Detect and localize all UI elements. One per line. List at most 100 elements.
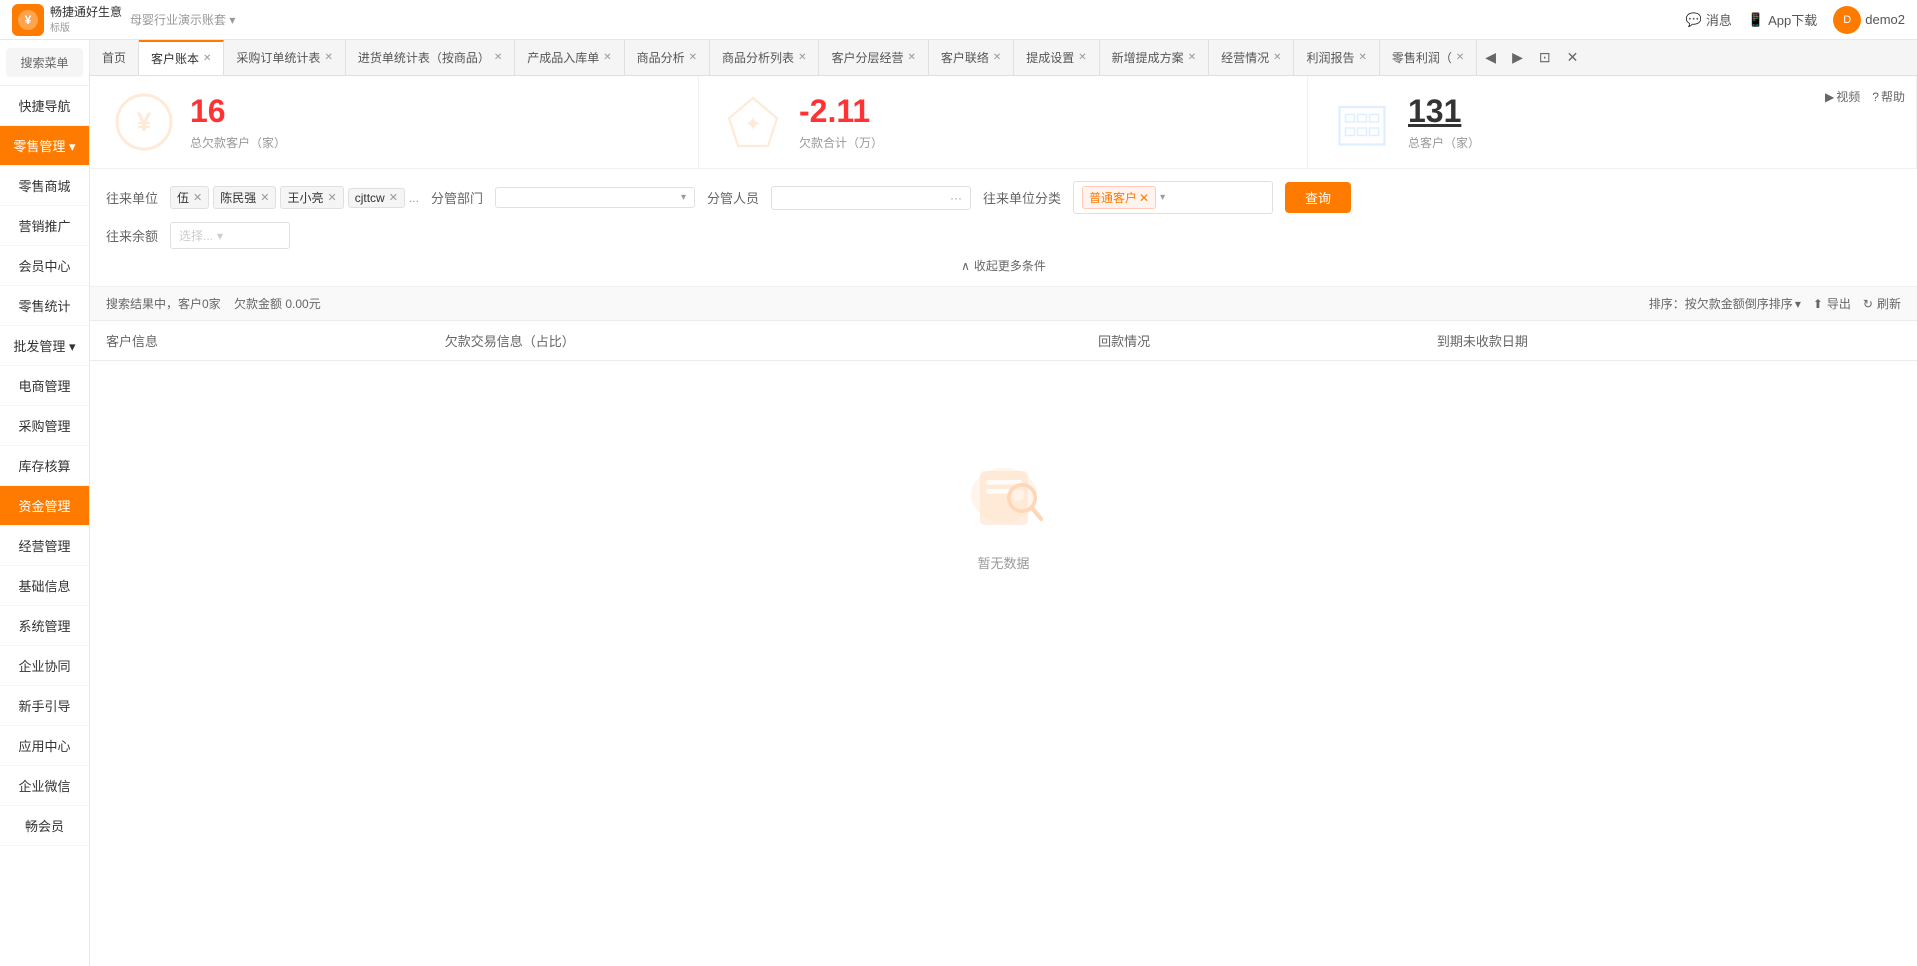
sidebar-item-basics[interactable]: 基础信息 <box>0 566 89 606</box>
filter-tag-cjttcw-remove[interactable]: ✕ <box>389 191 398 204</box>
messages-button[interactable]: 💬 消息 <box>1686 10 1732 29</box>
tab-close-product-analysis[interactable]: ✕ <box>689 52 697 63</box>
sidebar-item-member-center[interactable]: 会员中心 <box>0 246 89 286</box>
filter-person-select[interactable]: ··· <box>771 186 971 210</box>
tab-product-analysis-list[interactable]: 商品分析列表 ✕ <box>710 40 819 76</box>
stat-number-total-customers: 131 <box>1408 93 1480 130</box>
filter-label-dept: 分管部门 <box>431 188 483 207</box>
main-layout: 搜索菜单 快捷导航 零售管理 ▾ 零售商城 营销推广 会员中心 零售统计 批发管… <box>0 40 1917 966</box>
tab-expand[interactable]: ⊡ <box>1531 49 1559 66</box>
svg-text:¥: ¥ <box>136 107 151 137</box>
filter-tag-wu: 伍 ✕ <box>170 186 209 209</box>
stat-label-total-debt: 欠款合计（万） <box>799 134 883 151</box>
balance-dropdown-arrow: ▾ <box>217 229 223 243</box>
tab-customer-ledger[interactable]: 客户账本 ✕ <box>139 40 224 76</box>
stats-bar: ¥ 16 总欠款客户（家） ✦ <box>90 76 1917 169</box>
tab-product-inbound[interactable]: 产成品入库单 ✕ <box>515 40 624 76</box>
filter-more-tags[interactable]: ... <box>409 191 419 205</box>
sidebar-search-area: 搜索菜单 <box>0 40 89 86</box>
sidebar-item-quick-nav[interactable]: 快捷导航 <box>0 86 89 126</box>
filter-tag-wang-remove[interactable]: ✕ <box>328 191 337 204</box>
app-download-button[interactable]: 📱 App下载 <box>1748 10 1817 29</box>
filter-tag-wu-remove[interactable]: ✕ <box>193 191 202 204</box>
refresh-button[interactable]: ↻ 刷新 <box>1863 295 1901 312</box>
sidebar-item-operations[interactable]: 经营管理 <box>0 526 89 566</box>
filter-label-category: 往来单位分类 <box>983 188 1061 207</box>
filter-tags-unit: 伍 ✕ 陈民强 ✕ 王小亮 ✕ <box>170 186 419 209</box>
sidebar-item-inventory[interactable]: 库存核算 <box>0 446 89 486</box>
tab-close-customer-ledger[interactable]: ✕ <box>203 53 211 64</box>
tab-close-purchase-order-stats[interactable]: ✕ <box>324 52 332 63</box>
video-help-btn[interactable]: ▶ 视频 <box>1825 88 1860 105</box>
sidebar-item-retail-mgmt[interactable]: 零售管理 ▾ <box>0 126 89 166</box>
tab-close-product-analysis-list[interactable]: ✕ <box>798 52 806 63</box>
account-dropdown[interactable]: 母婴行业演示账套 ▾ <box>130 11 235 28</box>
tab-home[interactable]: 首页 <box>90 40 139 76</box>
query-button[interactable]: 查询 <box>1285 182 1351 213</box>
tab-retail-profit[interactable]: 零售利润（ ✕ <box>1380 40 1477 76</box>
tab-customer-contact[interactable]: 客户联络 ✕ <box>929 40 1014 76</box>
tab-prev-arrow[interactable]: ◀ <box>1477 49 1504 66</box>
sidebar-item-ecommerce[interactable]: 电商管理 <box>0 366 89 406</box>
tab-customer-tier[interactable]: 客户分层经营 ✕ <box>819 40 928 76</box>
logo-icon: ¥ <box>12 4 44 36</box>
empty-text: 暂无数据 <box>977 553 1029 572</box>
sidebar-item-app-center[interactable]: 应用中心 <box>0 726 89 766</box>
sidebar-item-wechat[interactable]: 企业微信 <box>0 766 89 806</box>
tab-close-profit-report[interactable]: ✕ <box>1359 52 1367 63</box>
tab-minimize[interactable]: ✕ <box>1559 49 1587 66</box>
tab-commission-settings[interactable]: 提成设置 ✕ <box>1014 40 1099 76</box>
tab-next-arrow[interactable]: ▶ <box>1504 49 1531 66</box>
filter-dept-select[interactable]: ▾ <box>495 187 695 208</box>
filter-tag-cjttcw: cjttcw ✕ <box>348 188 405 208</box>
sidebar-item-retail-stats[interactable]: 零售统计 <box>0 286 89 326</box>
filter-category-select[interactable]: 普通客户 ✕ ▾ <box>1073 181 1273 214</box>
tab-close-retail-profit[interactable]: ✕ <box>1456 52 1464 63</box>
sidebar-item-enterprise[interactable]: 企业协同 <box>0 646 89 686</box>
search-menu-button[interactable]: 搜索菜单 <box>6 48 83 77</box>
tab-close-inbound-stats[interactable]: ✕ <box>494 52 502 63</box>
logo-sub: 标版 <box>50 19 122 34</box>
sidebar-item-wholesale-mgmt[interactable]: 批发管理 ▾ <box>0 326 89 366</box>
user-menu[interactable]: D demo2 <box>1833 6 1905 34</box>
dept-dropdown-arrow: ▾ <box>681 192 686 203</box>
filter-collapse-btn[interactable]: ∧ 收起更多条件 <box>106 257 1901 274</box>
sidebar-item-retail-mall[interactable]: 零售商城 <box>0 166 89 206</box>
category-tag-remove[interactable]: ✕ <box>1139 191 1149 205</box>
tab-close-add-commission[interactable]: ✕ <box>1188 52 1196 63</box>
col-header-repayment: 回款情况 <box>1082 321 1421 361</box>
stat-icon-diamond: ✦ <box>723 92 783 152</box>
sidebar-item-newbie[interactable]: 新手引导 <box>0 686 89 726</box>
tab-inbound-stats[interactable]: 进货单统计表（按商品） ✕ <box>346 40 515 76</box>
filter-tag-chen-remove[interactable]: ✕ <box>260 191 269 204</box>
tab-close-commission-settings[interactable]: ✕ <box>1078 52 1086 63</box>
filter-label-unit: 往来单位 <box>106 188 158 207</box>
col-header-customer-info: 客户信息 <box>90 321 429 361</box>
sidebar-item-marketing[interactable]: 营销推广 <box>0 206 89 246</box>
empty-icon <box>944 441 1064 541</box>
avatar: D <box>1833 6 1861 34</box>
results-actions: 排序：按欠款金额倒序排序 ▾ ⬆ 导出 ↻ 刷新 <box>1649 295 1901 312</box>
tab-close-product-inbound[interactable]: ✕ <box>603 52 611 63</box>
logo-area: ¥ 畅捷通好生意 标版 <box>12 4 122 36</box>
page-inner: ¥ 16 总欠款客户（家） ✦ <box>90 76 1917 966</box>
sort-select[interactable]: 排序：按欠款金额倒序排序 ▾ <box>1649 295 1801 312</box>
tab-close-operation-status[interactable]: ✕ <box>1273 52 1281 63</box>
filter-balance-select[interactable]: 选择... ▾ <box>170 222 290 249</box>
filter-label-person: 分管人员 <box>707 188 759 207</box>
sidebar-item-chang-member[interactable]: 畅会员 <box>0 806 89 846</box>
tab-operation-status[interactable]: 经营情况 ✕ <box>1209 40 1294 76</box>
tab-purchase-order-stats[interactable]: 采购订单统计表 ✕ <box>224 40 345 76</box>
help-btn[interactable]: ? 帮助 <box>1872 88 1905 105</box>
sidebar-item-system[interactable]: 系统管理 <box>0 606 89 646</box>
sidebar-item-finance[interactable]: 资金管理 <box>0 486 89 526</box>
tab-profit-report[interactable]: 利润报告 ✕ <box>1294 40 1379 76</box>
filter-row-2: 往来余额 选择... ▾ <box>106 222 1901 249</box>
sidebar-item-purchase[interactable]: 采购管理 <box>0 406 89 446</box>
export-button[interactable]: ⬆ 导出 <box>1813 295 1851 312</box>
tab-close-customer-contact[interactable]: ✕ <box>993 52 1001 63</box>
tab-product-analysis[interactable]: 商品分析 ✕ <box>625 40 710 76</box>
tab-close-customer-tier[interactable]: ✕ <box>907 52 915 63</box>
svg-text:✦: ✦ <box>744 113 762 136</box>
tab-add-commission[interactable]: 新增提成方案 ✕ <box>1100 40 1209 76</box>
